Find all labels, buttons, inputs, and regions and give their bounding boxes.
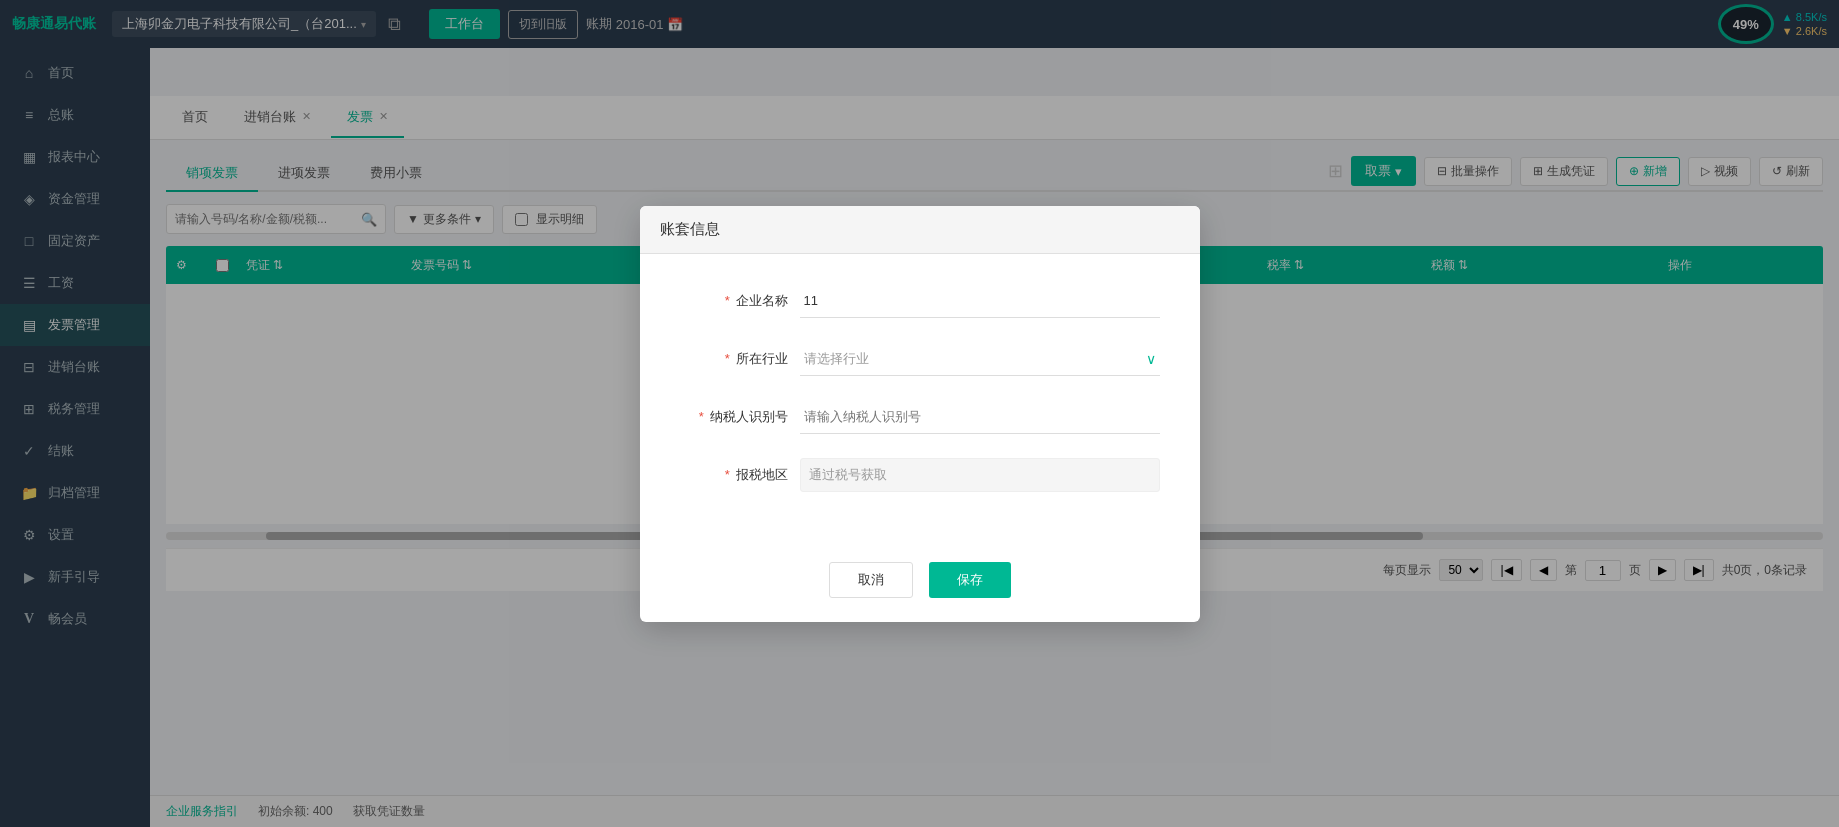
company-name-required: * — [725, 293, 730, 308]
tax-region-required: * — [725, 467, 730, 482]
company-name-label: * 企业名称 — [680, 292, 800, 310]
tax-region-label-text: 报税地区 — [736, 467, 788, 482]
tax-region-readonly: 通过税号获取 — [800, 458, 1160, 492]
dialog-footer: 取消 保存 — [640, 546, 1200, 622]
save-button[interactable]: 保存 — [929, 562, 1011, 598]
dialog-body: * 企业名称 * 所在行业 请选择行业 ∨ — [640, 254, 1200, 546]
industry-required: * — [725, 351, 730, 366]
industry-label: * 所在行业 — [680, 350, 800, 368]
company-name-label-text: 企业名称 — [736, 293, 788, 308]
company-name-input[interactable] — [800, 284, 1160, 318]
account-info-dialog: 账套信息 * 企业名称 * 所在行业 请选择行业 — [640, 206, 1200, 622]
tax-region-label: * 报税地区 — [680, 466, 800, 484]
form-row-industry: * 所在行业 请选择行业 ∨ — [680, 342, 1160, 376]
dialog-overlay: 账套信息 * 企业名称 * 所在行业 请选择行业 — [0, 0, 1839, 827]
industry-label-text: 所在行业 — [736, 351, 788, 366]
cancel-button[interactable]: 取消 — [829, 562, 913, 598]
dialog-header: 账套信息 — [640, 206, 1200, 254]
industry-select-wrapper: 请选择行业 ∨ — [800, 342, 1160, 376]
tax-id-label-text: 纳税人识别号 — [710, 409, 788, 424]
form-row-tax-id: * 纳税人识别号 — [680, 400, 1160, 434]
tax-id-label: * 纳税人识别号 — [680, 408, 800, 426]
dialog-title: 账套信息 — [660, 220, 720, 237]
tax-id-input[interactable] — [800, 400, 1160, 434]
form-row-company: * 企业名称 — [680, 284, 1160, 318]
tax-id-required: * — [699, 409, 704, 424]
form-row-tax-region: * 报税地区 通过税号获取 — [680, 458, 1160, 492]
tax-region-placeholder: 通过税号获取 — [809, 466, 887, 484]
industry-select[interactable]: 请选择行业 — [800, 342, 1160, 376]
